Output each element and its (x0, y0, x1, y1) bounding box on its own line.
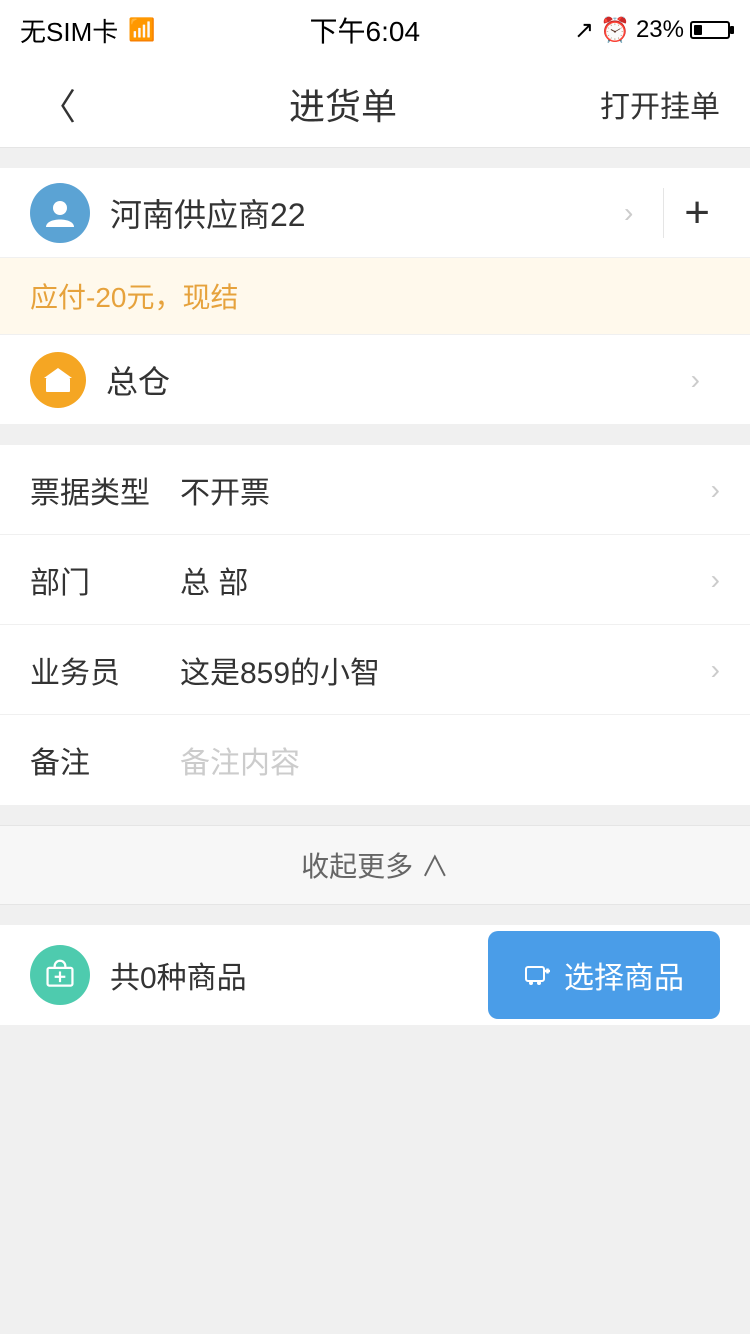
collapse-label: 收起更多 ∧ (301, 845, 449, 885)
invoice-value: 不开票 (180, 468, 711, 512)
remark-label: 备注 (30, 738, 170, 782)
warehouse-row[interactable]: 总仓 › (0, 335, 750, 425)
product-count-area: 共0种商品 (30, 945, 247, 1005)
dept-row[interactable]: 部门 总 部 › (0, 535, 750, 625)
staff-row[interactable]: 业务员 这是859的小智 › (0, 625, 750, 715)
form-section: 票据类型 不开票 › 部门 总 部 › 业务员 这是859的小智 › 备注 备注… (0, 445, 750, 805)
select-product-button[interactable]: 选择商品 (488, 931, 720, 1019)
chevron-right-staff-icon: › (711, 654, 720, 686)
gray-fill-area (0, 1025, 750, 1325)
remark-row[interactable]: 备注 备注内容 (0, 715, 750, 805)
supplier-row[interactable]: 河南供应商22 › + (0, 168, 750, 258)
chevron-right-icon: › (624, 197, 633, 229)
collapse-row[interactable]: 收起更多 ∧ (0, 825, 750, 905)
warehouse-icon (30, 352, 86, 408)
product-icon (30, 945, 90, 1005)
divider-top (0, 148, 750, 168)
select-product-label: 选择商品 (564, 953, 684, 997)
dept-value: 总 部 (180, 558, 711, 602)
battery-icon (690, 21, 730, 39)
supplier-name: 河南供应商22 (110, 190, 624, 236)
staff-label: 业务员 (30, 648, 170, 692)
back-button[interactable]: 〈 (30, 68, 86, 140)
product-count-text: 共0种商品 (110, 953, 247, 997)
status-right: ↗ ⏰ 23% (574, 16, 730, 45)
warehouse-name: 总仓 (106, 357, 691, 403)
carrier-text: 无SIM卡 (20, 12, 118, 49)
location-icon: ↗ (574, 16, 594, 45)
product-svg-icon (44, 959, 76, 991)
dept-label: 部门 (30, 558, 170, 602)
invoice-type-row[interactable]: 票据类型 不开票 › (0, 445, 750, 535)
invoice-label: 票据类型 (30, 468, 170, 512)
person-icon (42, 195, 78, 231)
supplier-card: 河南供应商22 › + 应付-20元，现结 (0, 168, 750, 334)
wifi-icon: 📶 (128, 17, 155, 43)
vertical-divider (663, 188, 664, 238)
supplier-avatar (30, 183, 90, 243)
status-time: 下午6:04 (310, 10, 421, 50)
chevron-right-invoice-icon: › (711, 474, 720, 506)
warehouse-svg-icon (42, 364, 74, 396)
status-bar: 无SIM卡 📶 下午6:04 ↗ ⏰ 23% (0, 0, 750, 60)
cart-plus-icon (524, 961, 552, 989)
chevron-right-warehouse-icon: › (691, 364, 700, 396)
alarm-icon: ⏰ (600, 16, 630, 45)
battery-text: 23% (636, 16, 684, 44)
remark-input[interactable]: 备注内容 (180, 738, 720, 782)
open-pending-button[interactable]: 打开挂单 (600, 82, 720, 126)
notice-banner: 应付-20元，现结 (0, 258, 750, 334)
notice-text: 应付-20元，现结 (30, 282, 238, 313)
select-product-icon (524, 961, 552, 989)
add-supplier-button[interactable]: + (674, 191, 720, 235)
chevron-right-dept-icon: › (711, 564, 720, 596)
nav-bar: 〈 进货单 打开挂单 (0, 60, 750, 148)
bottom-bar: 共0种商品 选择商品 (0, 925, 750, 1025)
page-title: 进货单 (289, 78, 397, 130)
status-carrier: 无SIM卡 📶 (20, 12, 156, 49)
staff-value: 这是859的小智 (180, 648, 711, 692)
